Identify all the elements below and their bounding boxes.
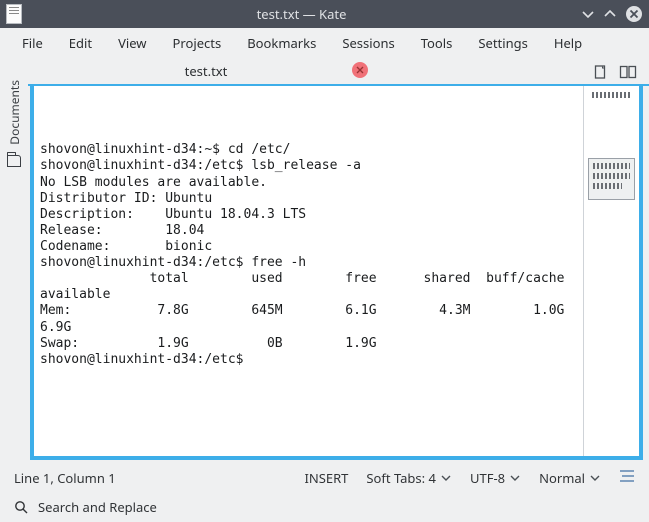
status-scheme[interactable]: Normal — [539, 469, 601, 487]
tab-close-icon[interactable] — [352, 62, 368, 78]
tab-test-txt[interactable]: test.txt — [36, 58, 376, 84]
menu-sessions[interactable]: Sessions — [330, 30, 406, 56]
close-icon[interactable] — [625, 5, 643, 23]
new-document-icon[interactable] — [593, 64, 609, 80]
menubar: File Edit View Projects Bookmarks Sessio… — [0, 28, 649, 58]
menu-view[interactable]: View — [106, 30, 158, 56]
chevron-down-icon — [509, 472, 521, 484]
menu-tools[interactable]: Tools — [409, 30, 465, 56]
titlebar: test.txt — Kate — [0, 0, 649, 28]
chevron-down-icon — [440, 472, 452, 484]
text-editor[interactable]: shovon@linuxhint-d34:~$ cd /etc/ shovon@… — [34, 86, 583, 456]
status-cursor: Line 1, Column 1 — [14, 469, 116, 487]
menu-edit[interactable]: Edit — [57, 30, 104, 56]
maximize-icon[interactable] — [603, 7, 617, 21]
search-label: Search and Replace — [38, 498, 157, 516]
app-icon — [6, 4, 22, 24]
minimap-line — [592, 92, 631, 98]
tabbar: test.txt — [28, 58, 649, 86]
status-encoding[interactable]: UTF-8 — [470, 469, 521, 487]
minimap[interactable] — [583, 86, 639, 456]
status-tabs[interactable]: Soft Tabs: 4 — [366, 469, 452, 487]
tab-label: test.txt — [185, 62, 228, 80]
minimap-viewport[interactable] — [588, 158, 635, 200]
search-icon — [14, 500, 28, 514]
menu-settings[interactable]: Settings — [466, 30, 539, 56]
sidebar-documents[interactable]: Documents — [6, 80, 23, 145]
statusbar: Line 1, Column 1 INSERT Soft Tabs: 4 UTF… — [0, 464, 649, 492]
menu-lines-icon[interactable] — [619, 469, 635, 487]
menu-projects[interactable]: Projects — [161, 30, 234, 56]
chevron-down-icon — [589, 472, 601, 484]
window-title: test.txt — Kate — [22, 5, 581, 23]
status-mode[interactable]: INSERT — [304, 469, 348, 487]
menu-help[interactable]: Help — [542, 30, 594, 56]
menu-bookmarks[interactable]: Bookmarks — [235, 30, 328, 56]
search-bar[interactable]: Search and Replace — [0, 492, 649, 522]
split-view-icon[interactable] — [619, 64, 637, 80]
menu-file[interactable]: File — [10, 30, 55, 56]
folder-icon[interactable] — [7, 155, 21, 167]
sidebar: Documents — [0, 58, 28, 464]
minimize-icon[interactable] — [581, 7, 595, 21]
